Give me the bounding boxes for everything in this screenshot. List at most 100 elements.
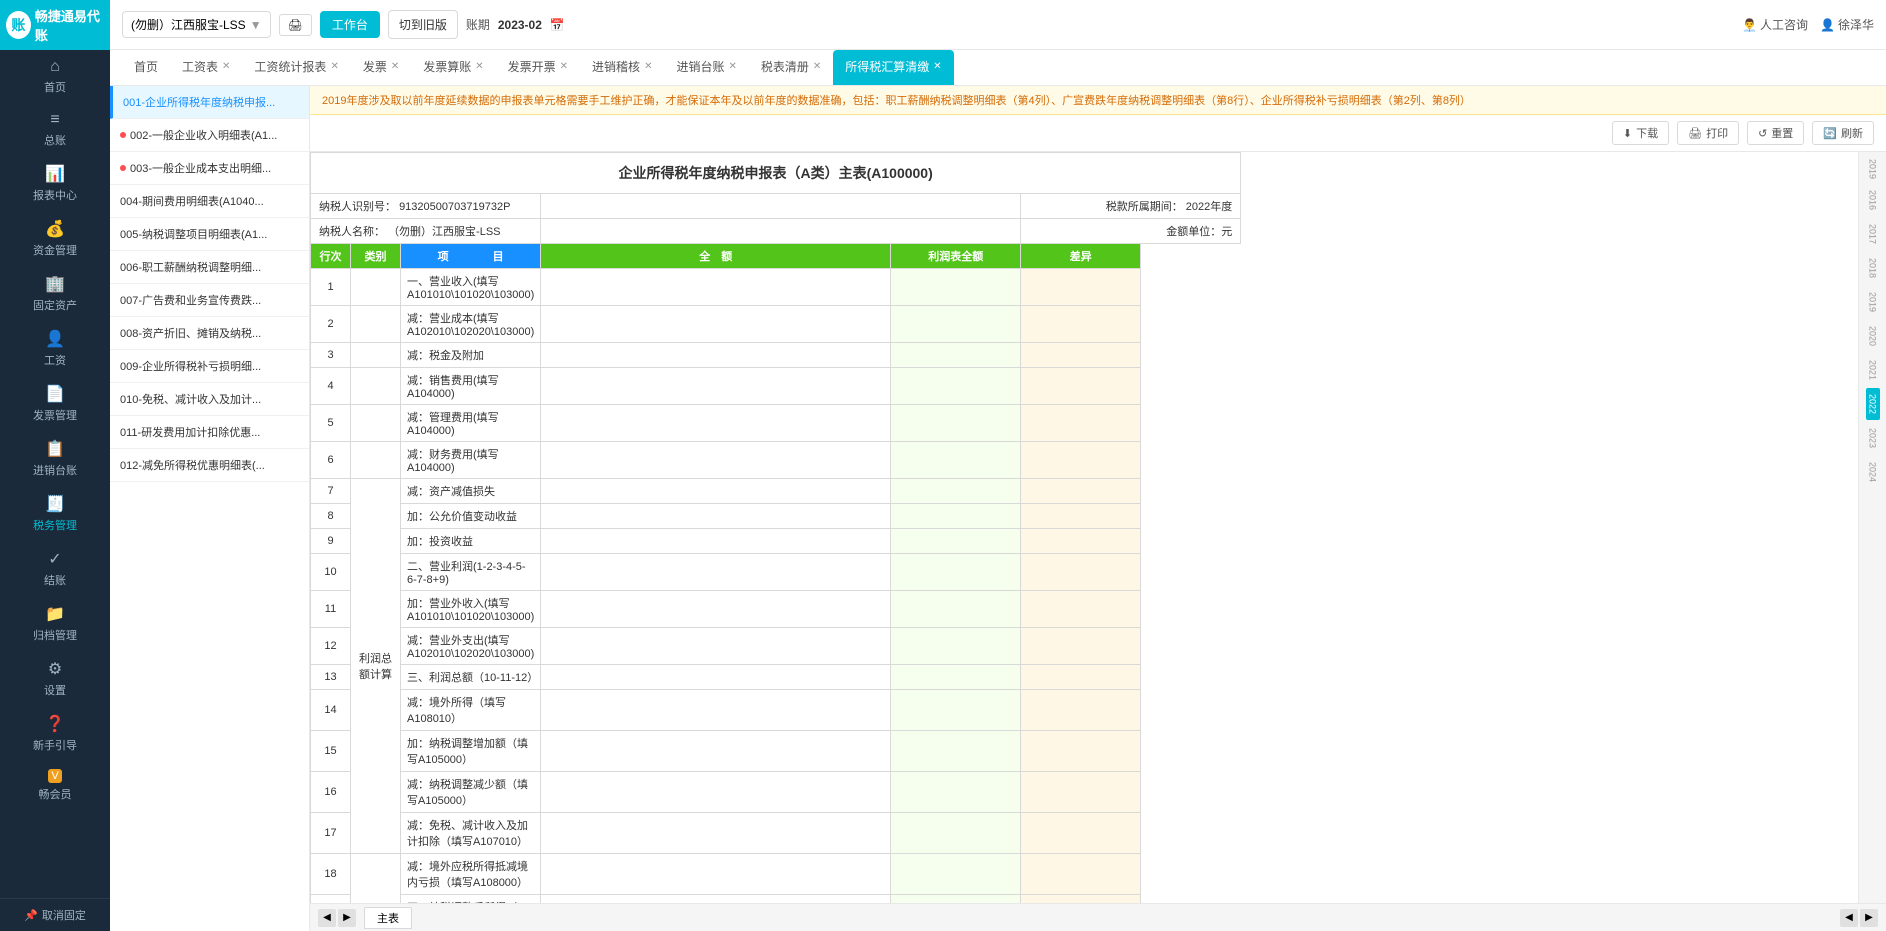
- row-amount-18[interactable]: [541, 895, 891, 904]
- sidebar-item-archive[interactable]: 📁 归档管理: [0, 596, 110, 651]
- row-amount-12[interactable]: [541, 665, 891, 690]
- tab-sales-ledger[interactable]: 进销台账 ✕: [664, 50, 748, 85]
- row-amount-0[interactable]: [541, 269, 891, 306]
- sidebar-item-ledger[interactable]: ≡ 总账: [0, 103, 110, 156]
- sidebar-item-settings[interactable]: ⚙ 设置: [0, 651, 110, 706]
- sidebar-item-member[interactable]: V 畅会员: [0, 761, 110, 810]
- row-amount-10[interactable]: [541, 591, 891, 628]
- timeline-year-2022[interactable]: 2022: [1866, 388, 1880, 420]
- workbench-button[interactable]: 工作台: [320, 11, 380, 38]
- row-amount-6[interactable]: [541, 479, 891, 504]
- row-profit-14[interactable]: [891, 731, 1021, 772]
- company-selector[interactable]: (勿删）江西服宝-LSS ▼: [122, 11, 271, 38]
- refresh-button[interactable]: 🔄 刷新: [1812, 121, 1874, 145]
- tab-nav-right[interactable]: ▶: [338, 909, 356, 927]
- tab-income-tax-close[interactable]: ✕: [933, 61, 941, 72]
- row-profit-8[interactable]: [891, 529, 1021, 554]
- row-diff-3[interactable]: [1021, 368, 1141, 405]
- row-amount-3[interactable]: [541, 368, 891, 405]
- download-button[interactable]: ⬇ 下载: [1612, 121, 1669, 145]
- row-profit-10[interactable]: [891, 591, 1021, 628]
- row-profit-5[interactable]: [891, 442, 1021, 479]
- row-amount-11[interactable]: [541, 628, 891, 665]
- sidebar-item-invoice[interactable]: 📄 发票管理: [0, 376, 110, 431]
- left-item-011[interactable]: 011-研发费用加计扣除优惠...: [110, 416, 309, 449]
- timeline-year-2024[interactable]: 2024: [1866, 456, 1880, 488]
- row-profit-1[interactable]: [891, 306, 1021, 343]
- row-amount-2[interactable]: [541, 343, 891, 368]
- sidebar-item-tax[interactable]: 🧾 税务管理: [0, 486, 110, 541]
- tab-invoice-calc-close[interactable]: ✕: [475, 61, 483, 72]
- timeline-year-2017[interactable]: 2017: [1866, 218, 1880, 250]
- left-item-009[interactable]: 009-企业所得税补亏损明细...: [110, 350, 309, 383]
- left-item-005[interactable]: 005-纳税调整项目明细表(A1...: [110, 218, 309, 251]
- row-diff-10[interactable]: [1021, 591, 1141, 628]
- ai-consult-btn[interactable]: 👨‍💼人工咨询: [1742, 16, 1808, 33]
- left-item-006[interactable]: 006-职工薪酬纳税调整明细...: [110, 251, 309, 284]
- timeline-year-2019-top[interactable]: 2019: [1866, 156, 1880, 182]
- tab-salary-stat[interactable]: 工资统计报表 ✕: [242, 50, 350, 85]
- scroll-left[interactable]: ◀: [1840, 909, 1858, 927]
- row-diff-15[interactable]: [1021, 772, 1141, 813]
- row-diff-2[interactable]: [1021, 343, 1141, 368]
- row-profit-16[interactable]: [891, 813, 1021, 854]
- left-item-007[interactable]: 007-广告费和业务宣传费跌...: [110, 284, 309, 317]
- row-diff-0[interactable]: [1021, 269, 1141, 306]
- switch-version-button[interactable]: 切到旧版: [388, 10, 458, 39]
- row-amount-13[interactable]: [541, 690, 891, 731]
- timeline-year-2018[interactable]: 2018: [1866, 252, 1880, 284]
- tab-salary[interactable]: 工资表 ✕: [170, 50, 242, 85]
- print-icon-btn[interactable]: 🖨: [279, 14, 312, 36]
- left-item-004[interactable]: 004-期间费用明细表(A1040...: [110, 185, 309, 218]
- row-amount-15[interactable]: [541, 772, 891, 813]
- tab-salary-close[interactable]: ✕: [222, 61, 230, 72]
- row-profit-15[interactable]: [891, 772, 1021, 813]
- row-profit-9[interactable]: [891, 554, 1021, 591]
- row-diff-14[interactable]: [1021, 731, 1141, 772]
- sidebar-item-asset[interactable]: 🏢 固定资产: [0, 266, 110, 321]
- bottom-tab-main[interactable]: 主表: [364, 907, 412, 929]
- row-amount-8[interactable]: [541, 529, 891, 554]
- timeline-year-2020[interactable]: 2020: [1866, 320, 1880, 352]
- tab-invoice-open[interactable]: 发票开票 ✕: [496, 50, 580, 85]
- row-diff-17[interactable]: [1021, 854, 1141, 895]
- tab-invoice-close[interactable]: ✕: [391, 61, 399, 72]
- sidebar-item-sales[interactable]: 📋 进销台账: [0, 431, 110, 486]
- sidebar-item-home[interactable]: ⌂ 首页: [0, 50, 110, 103]
- left-item-002[interactable]: 002-一般企业收入明细表(A1...: [110, 119, 309, 152]
- print-button[interactable]: 🖨 打印: [1677, 121, 1739, 145]
- left-item-010[interactable]: 010-免税、减计收入及加计...: [110, 383, 309, 416]
- row-amount-4[interactable]: [541, 405, 891, 442]
- timeline-year-2019[interactable]: 2019: [1866, 286, 1880, 318]
- row-diff-16[interactable]: [1021, 813, 1141, 854]
- sidebar-pin-toggle[interactable]: 📌 取消固定: [0, 898, 110, 931]
- row-diff-4[interactable]: [1021, 405, 1141, 442]
- tab-invoice-open-close[interactable]: ✕: [560, 61, 568, 72]
- row-amount-14[interactable]: [541, 731, 891, 772]
- tab-tax-clear-close[interactable]: ✕: [813, 61, 821, 72]
- row-amount-16[interactable]: [541, 813, 891, 854]
- tab-salary-stat-close[interactable]: ✕: [330, 61, 338, 72]
- sidebar-item-guide[interactable]: ❓ 新手引导: [0, 706, 110, 761]
- row-amount-17[interactable]: [541, 854, 891, 895]
- row-diff-13[interactable]: [1021, 690, 1141, 731]
- row-amount-9[interactable]: [541, 554, 891, 591]
- tab-invoice[interactable]: 发票 ✕: [351, 50, 411, 85]
- timeline-year-2021[interactable]: 2021: [1866, 354, 1880, 386]
- tab-nav-left[interactable]: ◀: [318, 909, 336, 927]
- tab-income-tax[interactable]: 所得税汇算清缴 ✕: [833, 50, 953, 85]
- tab-home[interactable]: 首页: [122, 50, 170, 85]
- reset-button[interactable]: ↺ 重置: [1747, 121, 1804, 145]
- sidebar-item-report[interactable]: 📊 报表中心: [0, 156, 110, 211]
- row-diff-1[interactable]: [1021, 306, 1141, 343]
- row-amount-5[interactable]: [541, 442, 891, 479]
- tab-invoice-calc[interactable]: 发票算账 ✕: [411, 50, 495, 85]
- row-profit-13[interactable]: [891, 690, 1021, 731]
- left-item-012[interactable]: 012-减免所得税优惠明细表(...: [110, 449, 309, 482]
- row-profit-6[interactable]: [891, 479, 1021, 504]
- left-item-003[interactable]: 003-一般企业成本支出明细...: [110, 152, 309, 185]
- row-diff-18[interactable]: [1021, 895, 1141, 904]
- left-item-001[interactable]: 001-企业所得税年度纳税申报...: [110, 86, 309, 119]
- row-diff-5[interactable]: [1021, 442, 1141, 479]
- row-profit-12[interactable]: [891, 665, 1021, 690]
